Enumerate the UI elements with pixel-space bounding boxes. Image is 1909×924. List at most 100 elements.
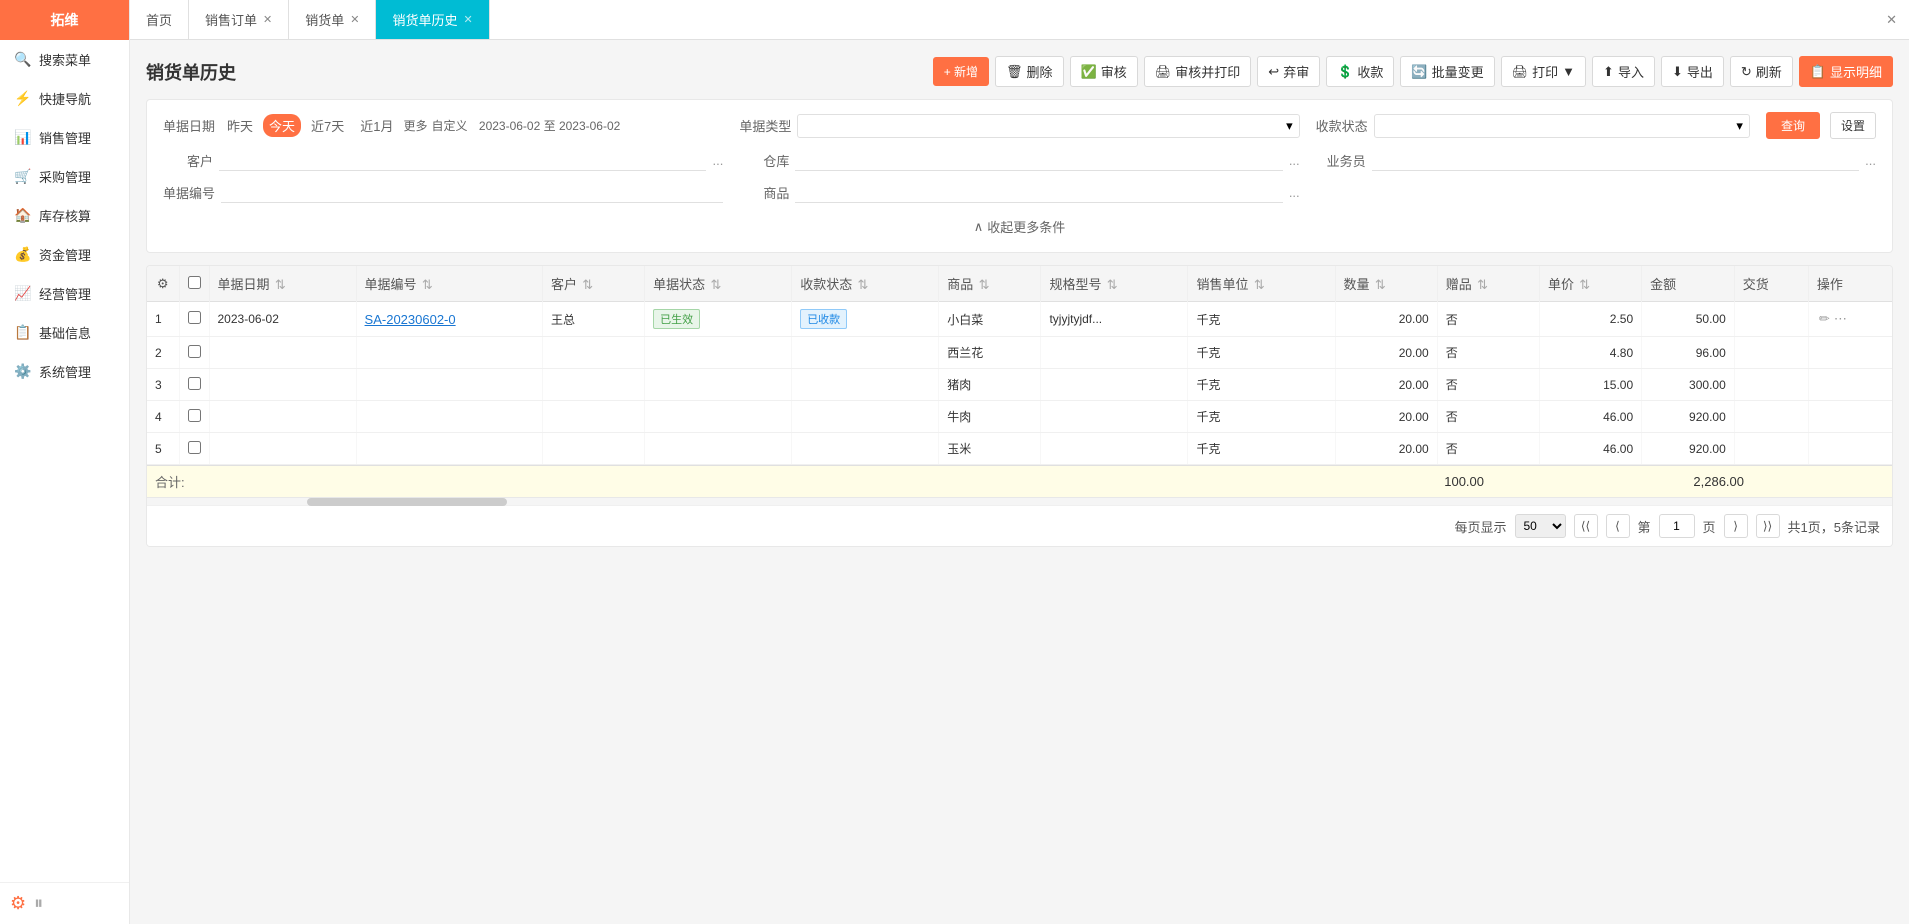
- sidebar-item-sales-mgmt[interactable]: 📊 销售管理: [0, 118, 129, 157]
- close-icon[interactable]: ✕: [263, 13, 272, 26]
- delete-icon: 🗑: [1006, 64, 1023, 80]
- warehouse-ellipsis[interactable]: ...: [1289, 153, 1300, 168]
- table-row: 4 牛肉 千克 20.00 否 46.00 920.00: [147, 401, 1892, 433]
- doc-type-select[interactable]: ▾: [797, 114, 1299, 138]
- print-button[interactable]: 🖨 打印 ▼: [1501, 56, 1586, 87]
- new-button[interactable]: + 新增: [933, 57, 989, 86]
- goods-ellipsis[interactable]: ...: [1289, 185, 1300, 200]
- th-goods[interactable]: 商品 ⇅: [939, 266, 1041, 302]
- customer-ellipsis[interactable]: ...: [712, 153, 723, 168]
- sidebar-item-basic-info[interactable]: 📋 基础信息: [0, 313, 129, 352]
- doc-no-link[interactable]: SA-20230602-0: [365, 312, 456, 327]
- delete-button[interactable]: 🗑 删除: [995, 56, 1064, 87]
- show-details-button[interactable]: 📋 显示明细: [1799, 56, 1893, 87]
- sort-icon: ⇅: [1375, 277, 1386, 292]
- table-settings-icon[interactable]: ⚙: [157, 276, 169, 291]
- th-unit[interactable]: 销售单位 ⇅: [1188, 266, 1335, 302]
- th-pay-status[interactable]: 收款状态 ⇅: [792, 266, 939, 302]
- sidebar-item-purchase-mgmt[interactable]: 🛒 采购管理: [0, 157, 129, 196]
- date-yesterday[interactable]: 昨天: [221, 114, 259, 137]
- tab-home[interactable]: 首页: [130, 0, 189, 39]
- scrollbar-thumb[interactable]: [307, 498, 507, 506]
- staff-ellipsis[interactable]: ...: [1865, 153, 1876, 168]
- more-action-btn[interactable]: ⋯: [1834, 311, 1847, 326]
- row-checkbox[interactable]: [188, 345, 201, 358]
- sidebar-item-label: 搜索菜单: [39, 50, 91, 69]
- horizontal-scrollbar[interactable]: [147, 497, 1892, 505]
- settings-button[interactable]: 设置: [1830, 112, 1876, 139]
- audit-button[interactable]: ✅ 审核: [1070, 56, 1138, 87]
- warehouse-input[interactable]: [795, 149, 1282, 171]
- cell-check[interactable]: [179, 337, 209, 369]
- edit-action-btn[interactable]: ✏: [1819, 311, 1830, 326]
- cell-check[interactable]: [179, 369, 209, 401]
- tab-bar-close-button[interactable]: ✕: [1874, 0, 1909, 39]
- footer-label: 合计:: [155, 472, 235, 491]
- date-1month[interactable]: 近1月: [354, 114, 399, 137]
- filter-panel: 单据日期 昨天 今天 近7天 近1月 更多 自定义 2023-06-02 至 2…: [146, 99, 1893, 253]
- col-settings[interactable]: ⚙: [147, 266, 179, 302]
- tab-sales-order[interactable]: 销售订单 ✕: [189, 0, 289, 39]
- sidebar-item-ops-mgmt[interactable]: 📈 经营管理: [0, 274, 129, 313]
- staff-input[interactable]: [1372, 149, 1859, 171]
- date-7days[interactable]: 近7天: [305, 114, 350, 137]
- date-custom[interactable]: 自定义: [432, 117, 468, 134]
- th-customer[interactable]: 客户 ⇅: [542, 266, 644, 302]
- page-prev-button[interactable]: ⟨: [1606, 514, 1630, 538]
- date-more[interactable]: 更多: [404, 117, 428, 134]
- page-next-button[interactable]: ⟩: [1724, 514, 1748, 538]
- cell-unit: 千克: [1188, 433, 1335, 465]
- th-doc-no[interactable]: 单据编号 ⇅: [356, 266, 542, 302]
- goods-input[interactable]: [795, 181, 1282, 203]
- query-button[interactable]: 查询: [1766, 112, 1820, 139]
- tab-sales-goods[interactable]: 销货单 ✕: [289, 0, 376, 39]
- collect-button[interactable]: 💲 收款: [1326, 56, 1394, 87]
- row-checkbox[interactable]: [188, 441, 201, 454]
- cell-check[interactable]: [179, 401, 209, 433]
- date-today[interactable]: 今天: [263, 114, 301, 137]
- sidebar-item-quick-nav[interactable]: ⚡ 快捷导航: [0, 79, 129, 118]
- tab-sales-history[interactable]: 销货单历史 ✕: [376, 0, 489, 39]
- page-last-button[interactable]: ⟩⟩: [1756, 514, 1780, 538]
- row-checkbox[interactable]: [188, 377, 201, 390]
- batch-change-icon: 🔄: [1411, 64, 1427, 80]
- print-dropdown-icon: ▼: [1562, 64, 1575, 79]
- sidebar-collapse-icon[interactable]: ⏸: [34, 893, 43, 914]
- export-button[interactable]: ⬇ 导出: [1661, 56, 1724, 87]
- page-number-input[interactable]: [1659, 514, 1695, 538]
- collapse-button[interactable]: ∧ 收起更多条件: [163, 213, 1876, 240]
- th-doc-status[interactable]: 单据状态 ⇅: [645, 266, 792, 302]
- th-gift[interactable]: 赠品 ⇅: [1437, 266, 1539, 302]
- th-spec[interactable]: 规格型号 ⇅: [1041, 266, 1188, 302]
- select-all-checkbox[interactable]: [188, 276, 201, 289]
- chevron-up-icon: ∧: [974, 219, 984, 235]
- refresh-button[interactable]: ↻ 刷新: [1730, 56, 1793, 87]
- page-first-button[interactable]: ⟨⟨: [1574, 514, 1598, 538]
- sidebar-item-search-menu[interactable]: 🔍 搜索菜单: [0, 40, 129, 79]
- sidebar-item-system-mgmt[interactable]: ⚙️ 系统管理: [0, 352, 129, 391]
- th-date[interactable]: 单据日期 ⇅: [209, 266, 356, 302]
- customer-input[interactable]: [219, 149, 706, 171]
- th-amount[interactable]: 金额: [1642, 266, 1735, 302]
- sidebar-item-inventory-calc[interactable]: 🏠 库存核算: [0, 196, 129, 235]
- sidebar-settings-icon[interactable]: ⚙: [10, 893, 26, 914]
- batch-change-button[interactable]: 🔄 批量变更: [1400, 56, 1494, 87]
- cell-check[interactable]: [179, 302, 209, 337]
- row-checkbox[interactable]: [188, 409, 201, 422]
- th-qty[interactable]: 数量 ⇅: [1335, 266, 1437, 302]
- th-trade[interactable]: 交货: [1734, 266, 1808, 302]
- per-page-select[interactable]: 50 100 200: [1515, 514, 1566, 538]
- close-icon[interactable]: ✕: [464, 13, 473, 26]
- pay-status-select[interactable]: ▾: [1374, 114, 1750, 138]
- doc-no-input[interactable]: [221, 181, 723, 203]
- audit-print-button[interactable]: 🖨 审核并打印: [1144, 56, 1252, 87]
- col-check[interactable]: [179, 266, 209, 302]
- th-price[interactable]: 单价 ⇅: [1539, 266, 1641, 302]
- import-button[interactable]: ⬆ 导入: [1592, 56, 1655, 87]
- close-icon[interactable]: ✕: [350, 13, 359, 26]
- sidebar-item-finance-mgmt[interactable]: 💰 资金管理: [0, 235, 129, 274]
- row-checkbox[interactable]: [188, 311, 201, 324]
- abandon-button[interactable]: ↩ 弃审: [1257, 56, 1320, 87]
- cell-amount: 300.00: [1642, 369, 1735, 401]
- cell-check[interactable]: [179, 433, 209, 465]
